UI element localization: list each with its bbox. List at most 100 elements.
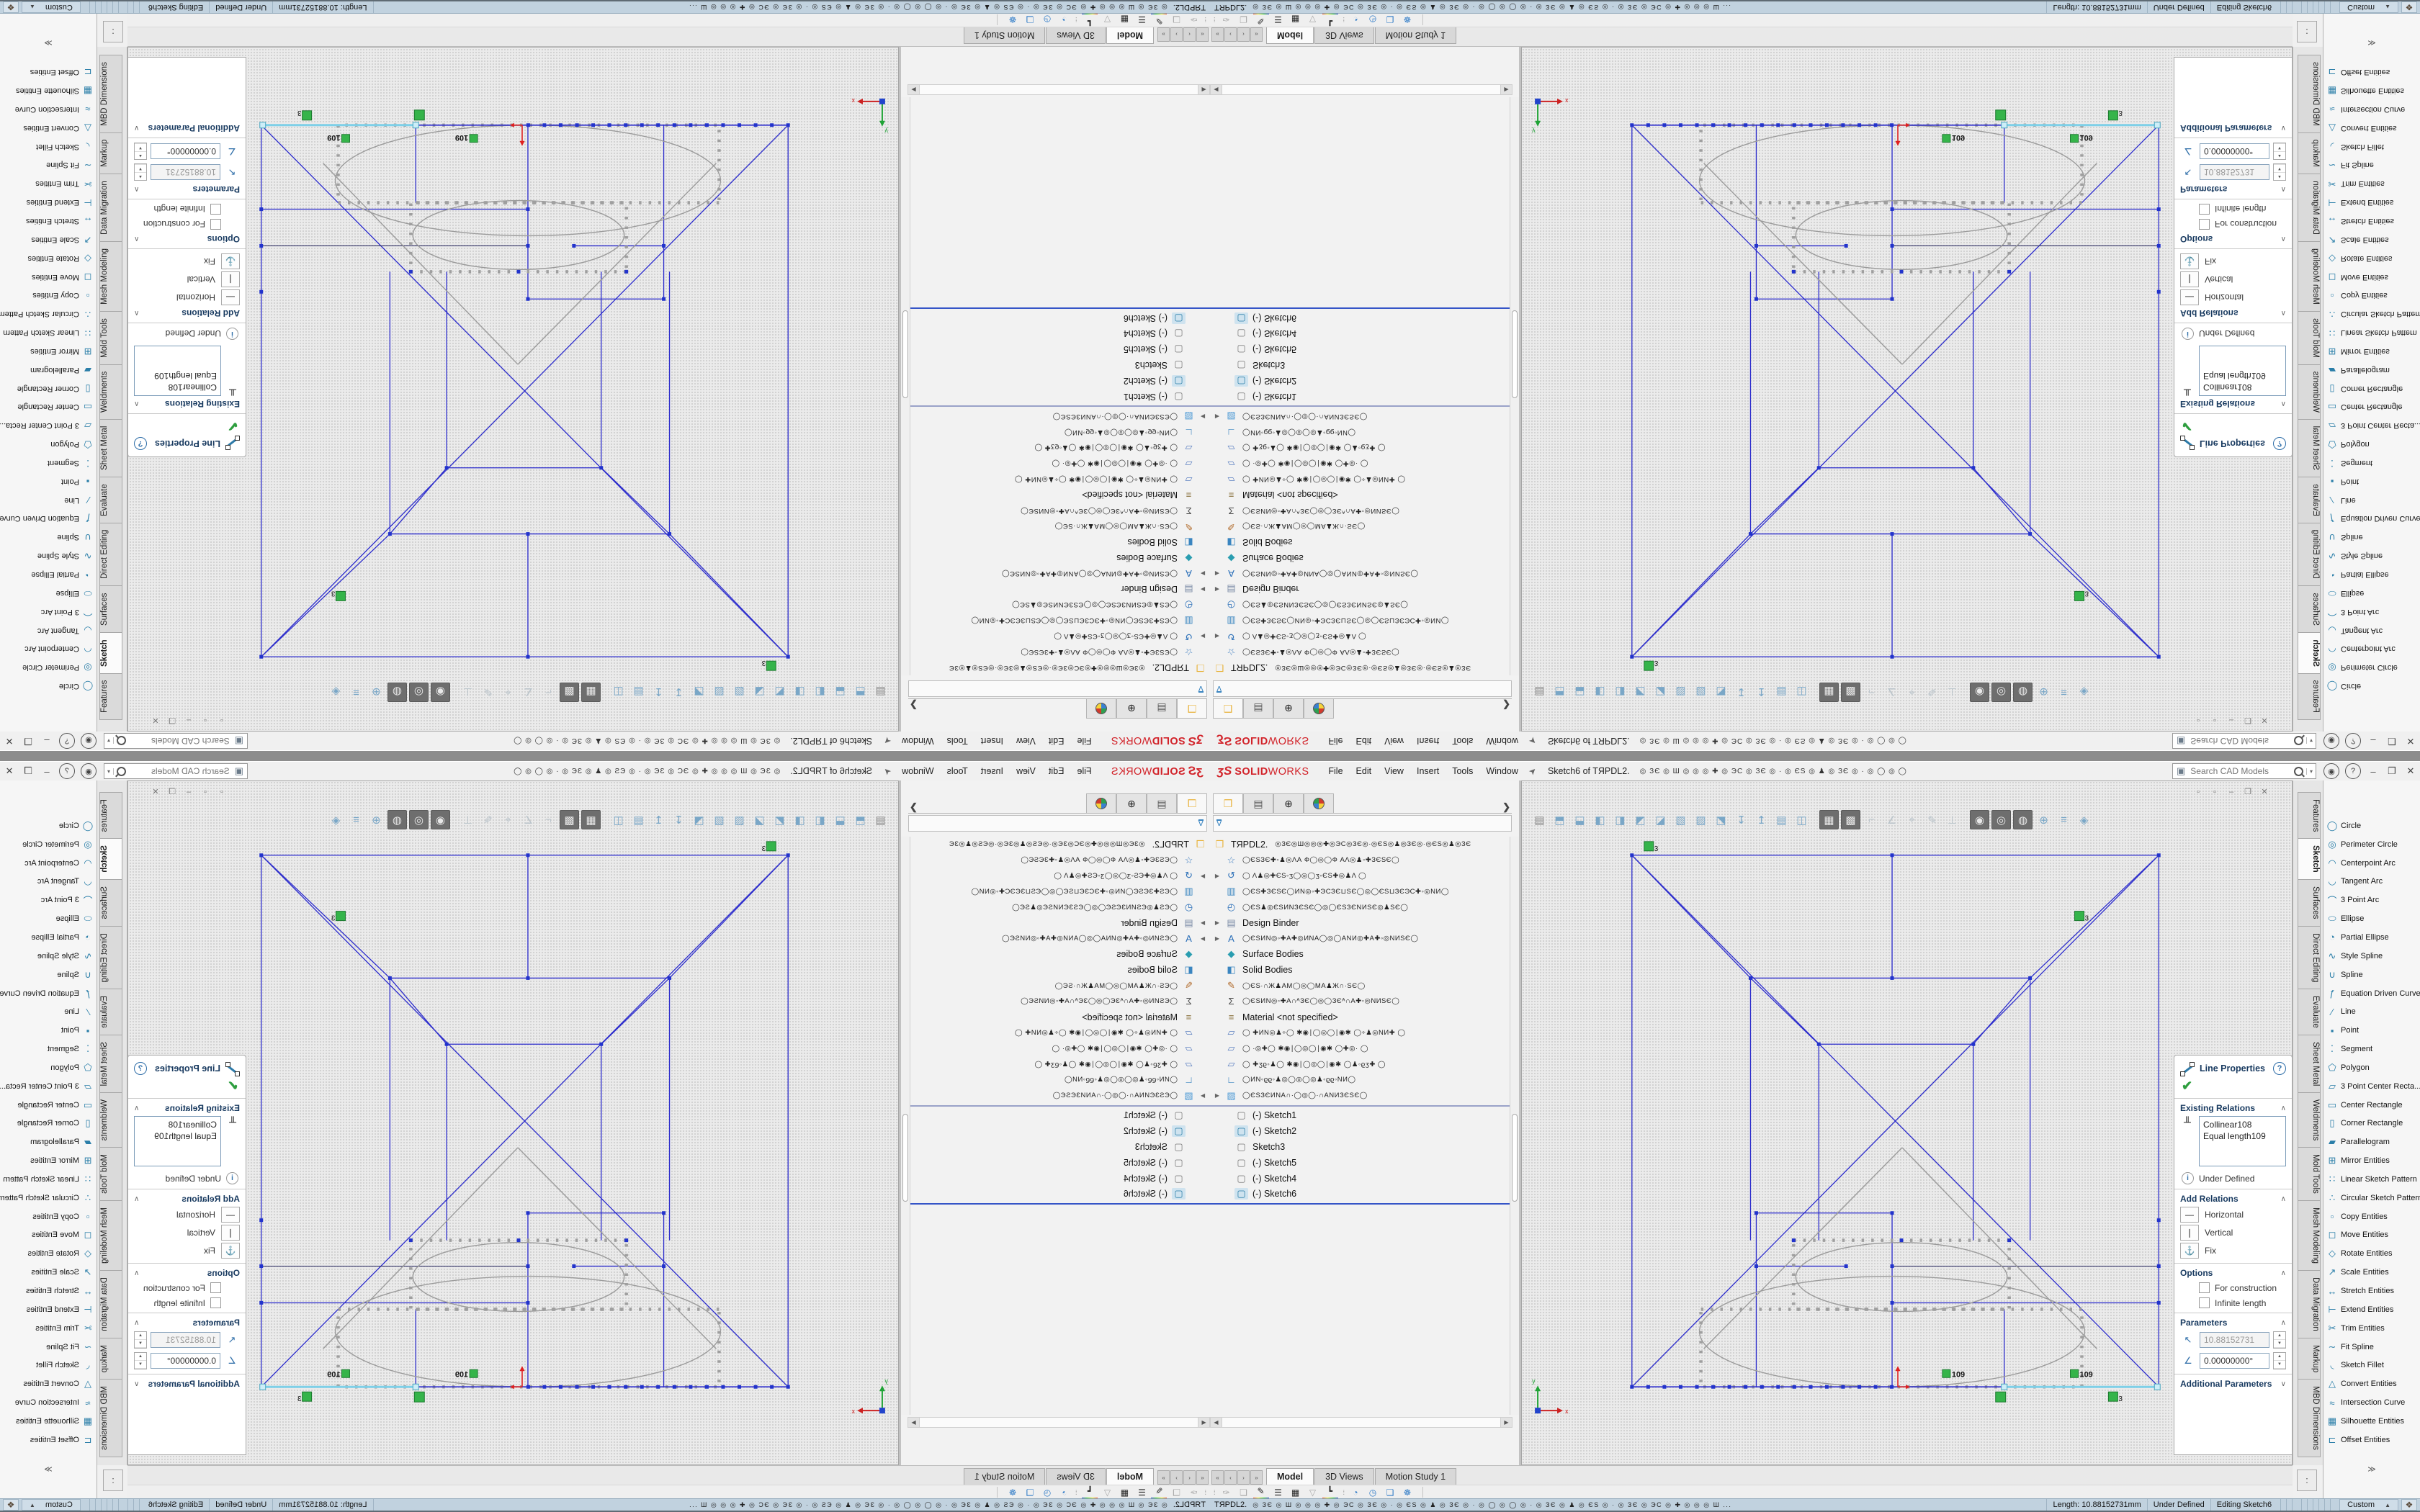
bottom-tool-b2[interactable]: ❏: [1022, 14, 1038, 26]
tool-polygon[interactable]: ⬠Polygon: [0, 1058, 97, 1077]
menu-file[interactable]: File: [1070, 734, 1098, 748]
tree-item-markup-pencil[interactable]: ✎◯ЄЅ·∩Ж♟АМ◯◎◯МА♟Ж∩·ЅЄ◯: [1210, 978, 1510, 994]
tool-segment[interactable]: ⁚Segment: [0, 1040, 97, 1058]
length-spinner[interactable]: ▲▼: [134, 1331, 147, 1349]
tree-item-star[interactable]: ☆◯ЄЅЗЄ✚◦♟◎ΛА Ф◯◎◯Ф АΛ◎♟◦✚ЗЄЅЄ◯: [1210, 852, 1510, 868]
tree-item-surface-bodies[interactable]: ◆Surface Bodies: [910, 550, 1210, 566]
tool-corner-rectangle[interactable]: ▯Corner Rectangle: [0, 1115, 97, 1133]
close-button[interactable]: ✕: [0, 734, 19, 748]
tool-point[interactable]: ▪Point: [2323, 472, 2420, 491]
tab-nav-2[interactable]: ›: [1170, 1470, 1183, 1485]
scrollbar-thumb[interactable]: [1512, 310, 1518, 398]
tool-equation-driven-curve[interactable]: ƒEquation Driven Curve: [2323, 510, 2420, 528]
bottom-tool-b3[interactable]: ☸: [1005, 1486, 1021, 1498]
tree-item-equations[interactable]: Σ◯ЄЅИΝ◎◦✚А∩ᴬЗЄ◯◎◯ЗЄᴬ∩А✚◦◎ΝИЅЄ◯: [910, 503, 1210, 518]
tree-item-plane[interactable]: ▱◯ ✚ИΝ◎♟÷◯ ✱◉∣◯◎◯∣◉✱ ◯÷♟◎ΝИ✚ ◯: [910, 472, 1210, 487]
tool-3-point-arc[interactable]: ⌒3 Point Arc: [0, 891, 97, 909]
command-tab-features[interactable]: Features: [2298, 673, 2321, 720]
tool-parallelogram[interactable]: ▰Parallelogram: [2323, 1133, 2420, 1151]
tool-mirror-entities[interactable]: ⊞Mirror Entities: [0, 1151, 97, 1170]
tool-scale-entities[interactable]: ↗Scale Entities: [2323, 230, 2420, 249]
tree-item-sketch[interactable]: ▢(-) Sketch5: [910, 1155, 1210, 1171]
command-tab-features[interactable]: Features: [99, 792, 122, 839]
headsup-icon-7[interactable]: ▧: [1672, 811, 1690, 829]
tool-3-point-center-recta-[interactable]: ▱3 Point Center Recta...: [0, 416, 97, 435]
bottom-tool-a6[interactable]: ┗: [1082, 13, 1098, 27]
tree-item-dashboard[interactable]: ◴◯ЄЅ♟◎ЄЅИΝЗЄЅЄ◯◎◯ЄЅЗЄΝИЅЄ◎♟ЅЄ◯: [910, 899, 1210, 915]
command-tab-direct-editing[interactable]: Direct Editing: [2298, 927, 2321, 989]
tool-centerpoint-arc[interactable]: ◠Centerpoint Arc: [0, 639, 97, 658]
tool-center-rectangle[interactable]: ▭Center Rectangle: [0, 1096, 97, 1115]
tool-convert-entities[interactable]: △Convert Entities: [0, 1374, 97, 1393]
length-spinner[interactable]: ▲▼: [134, 163, 147, 181]
tool-circular-sketch-pattern[interactable]: ∴Circular Sketch Pattern: [0, 1189, 97, 1207]
bottom-tool-a6[interactable]: ┗: [1322, 1485, 1338, 1500]
tool-line[interactable]: ∕Line: [0, 1002, 97, 1021]
infinite-length-checkbox[interactable]: [2199, 204, 2210, 215]
help-icon[interactable]: ?: [134, 437, 147, 450]
menu-view[interactable]: View: [1378, 734, 1410, 748]
tab-nav-0[interactable]: «: [1196, 27, 1209, 42]
bottom-tool-a4[interactable]: ▦: [1288, 14, 1304, 26]
headsup-icon-0[interactable]: ▤: [1531, 683, 1549, 701]
tree-item-sketch[interactable]: ▢(-) Sketch4: [910, 325, 1210, 341]
tree-root-item[interactable]: ❒TЯPDL2.◎ЗЄ◎Ш◎◎◎✚◎ЭС◎ЗЄ◎·◎ЄЅ◎♟◎ЗЄ◎·◎ЄЅ◎♟…: [1210, 837, 1510, 852]
add-relation-fix[interactable]: ⚓Fix: [2180, 253, 2286, 269]
headsup-icon-21[interactable]: ◉: [1970, 683, 1989, 702]
tree-item-star[interactable]: ☆◯ЄЅЗЄ✚◦♟◎ΛА Ф◯◎◯Ф АΛ◎♟◦✚ЗЄЅЄ◯: [910, 644, 1210, 660]
command-tab-surfaces[interactable]: Surfaces: [99, 586, 122, 632]
headsup-icon-26[interactable]: ◈: [2075, 683, 2093, 701]
command-tab-sheet-metal[interactable]: Sheet Metal: [99, 419, 122, 477]
command-tab-evaluate[interactable]: Evaluate: [2298, 989, 2321, 1035]
headsup-icon-10[interactable]: ↧: [1732, 811, 1750, 829]
pin-icon[interactable]: ➤: [882, 765, 894, 777]
doc-minimize-button[interactable]: –: [182, 786, 196, 798]
tree-item-history[interactable]: ▶↺◯ Λ♟◎✚ЄЅ◦ʒ◯◎◯ʒ◦ЄЅ✚◎♟Λ ◯: [1210, 868, 1510, 884]
headsup-icon-8[interactable]: ▨: [710, 683, 728, 701]
search-input[interactable]: [2189, 765, 2291, 777]
command-tab-direct-editing[interactable]: Direct Editing: [2298, 523, 2321, 585]
custom-toolbar-dropdown[interactable]: Custom ▲: [2339, 1, 2398, 13]
scrollbar-track[interactable]: [1222, 1418, 1500, 1427]
selection-grips[interactable]: [1701, 125, 2082, 272]
bottom-tool-a6[interactable]: ┗: [1082, 1485, 1098, 1500]
collapse-chevron-icon[interactable]: ∧: [2281, 235, 2286, 243]
solidworks-status-icon[interactable]: ❖: [3, 1, 19, 13]
panel-expand-chevron[interactable]: ❯: [908, 699, 918, 711]
strip-more-button[interactable]: :: [103, 1470, 123, 1491]
solidworks-status-icon[interactable]: ❖: [2401, 1499, 2417, 1511]
pin-icon[interactable]: ➤: [882, 734, 894, 747]
tool-circle[interactable]: ◯Circle: [2323, 677, 2420, 696]
collapse-chevron-icon[interactable]: ∧: [134, 400, 139, 408]
tool-linear-sketch-pattern[interactable]: ∷Linear Sketch Pattern: [2323, 323, 2420, 342]
tool-circular-sketch-pattern[interactable]: ∴Circular Sketch Pattern: [2323, 1189, 2420, 1207]
relations-listbox[interactable]: Collinear108 Equal length109: [134, 346, 221, 396]
tool-convert-entities[interactable]: △Convert Entities: [2323, 119, 2420, 138]
bottom-tool-a5[interactable]: ▽: [1305, 1486, 1321, 1498]
tool-partial-ellipse[interactable]: ◔Partial Ellipse: [0, 565, 97, 584]
add-relation-horizontal[interactable]: —Horizontal: [2180, 1207, 2286, 1223]
tree-item-plane[interactable]: ▱◯ ✚ИΝ◎♟÷◯ ✱◉∣◯◎◯∣◉✱ ◯÷♟◎ΝИ✚ ◯: [1210, 1025, 1510, 1041]
tree-filter-box[interactable]: ∇: [908, 815, 1207, 832]
command-tab-markup[interactable]: Markup: [99, 1338, 122, 1380]
tool-perimeter-circle[interactable]: ◎Perimeter Circle: [2323, 658, 2420, 677]
tree-item-locked-folder[interactable]: ▶▨◯ЄЅЗЄИΝА∩·◯◎◯·∩АΝИЗЄЅЄ◯: [910, 408, 1210, 424]
tool-3-point-arc[interactable]: ⌒3 Point Arc: [2323, 891, 2420, 909]
for-construction-checkbox[interactable]: [2199, 1282, 2210, 1293]
headsup-icon-23[interactable]: ◍: [2013, 810, 2033, 829]
tool-corner-rectangle[interactable]: ▯Corner Rectangle: [2323, 1115, 2420, 1133]
search-input[interactable]: [129, 765, 231, 777]
headsup-icon-10[interactable]: ↧: [1732, 683, 1750, 701]
headsup-icon-11[interactable]: ↥: [1752, 683, 1770, 701]
tool-perimeter-circle[interactable]: ◎Perimeter Circle: [2323, 835, 2420, 854]
relation-item[interactable]: Collinear108: [2203, 1119, 2282, 1130]
command-tab-sketch[interactable]: Sketch: [99, 632, 122, 673]
help-button[interactable]: ?: [59, 763, 75, 779]
headsup-icon-13[interactable]: ◫: [609, 811, 627, 829]
doc-tab-model[interactable]: Model: [1266, 27, 1314, 44]
tree-item-markup-pencil[interactable]: ✎◯ЄЅ·∩Ж♟АМ◯◎◯МА♟Ж∩·ЅЄ◯: [910, 518, 1210, 534]
tab-featuremanager[interactable]: ❒: [1177, 699, 1207, 719]
tree-item-material[interactable]: ≡Material <not specified>: [910, 1009, 1210, 1025]
command-tab-data-migration[interactable]: Data Migration: [2298, 174, 2321, 241]
headsup-icon-13[interactable]: ◫: [609, 683, 627, 701]
